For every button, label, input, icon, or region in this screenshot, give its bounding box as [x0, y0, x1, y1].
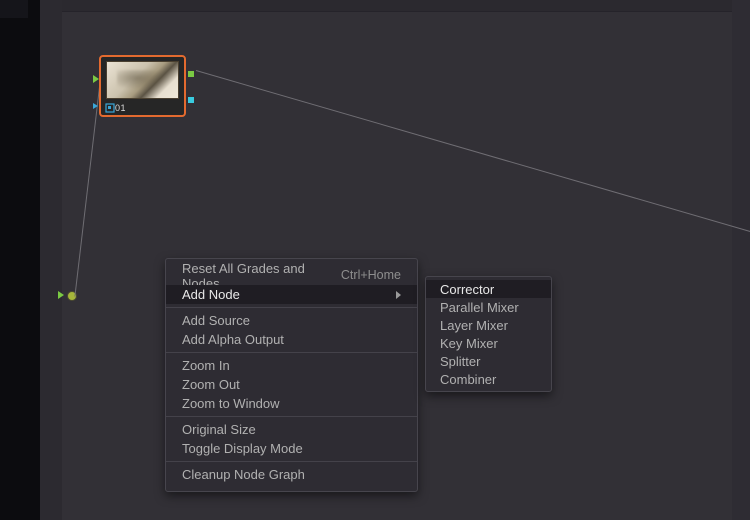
node-number-icon: [105, 103, 115, 113]
node-01[interactable]: 01: [99, 55, 186, 117]
menu-item-label: Add Node: [182, 287, 240, 302]
node-input-port-2[interactable]: [93, 97, 99, 103]
menu-item-zoom-to-window[interactable]: Zoom to Window: [166, 394, 417, 413]
wire-node-to-output: [196, 70, 750, 234]
menu-item-label: Cleanup Node Graph: [182, 467, 305, 482]
submenu-item-combiner[interactable]: Combiner: [426, 370, 551, 388]
menu-item-original-size[interactable]: Original Size: [166, 420, 417, 439]
submenu-item-label: Corrector: [440, 282, 494, 297]
panel-edge-left: [40, 0, 62, 520]
menu-item-zoom-in[interactable]: Zoom In: [166, 356, 417, 375]
menu-item-label: Add Source: [182, 313, 250, 328]
menu-item-toggle-display-mode[interactable]: Toggle Display Mode: [166, 439, 417, 458]
menu-item-label: Zoom In: [182, 358, 230, 373]
node-label: 01: [115, 103, 126, 113]
menu-item-label: Toggle Display Mode: [182, 441, 303, 456]
panel-top-band: [62, 0, 750, 12]
context-menu: Reset All Grades and Nodes Ctrl+Home Add…: [165, 258, 418, 492]
submenu-item-splitter[interactable]: Splitter: [426, 352, 551, 370]
submenu-item-parallel-mixer[interactable]: Parallel Mixer: [426, 298, 551, 316]
node-output-port-1[interactable]: [188, 71, 194, 77]
graph-source-output-icon: [58, 291, 64, 299]
node-thumbnail: [106, 61, 179, 99]
menu-item-label: Zoom Out: [182, 377, 240, 392]
menu-item-add-alpha-output[interactable]: Add Alpha Output: [166, 330, 417, 349]
submenu-item-label: Parallel Mixer: [440, 300, 519, 315]
submenu-item-layer-mixer[interactable]: Layer Mixer: [426, 316, 551, 334]
app-root: 01 Reset All Grades and Nodes Ctrl+Home …: [0, 0, 750, 520]
menu-item-shortcut: Ctrl+Home: [341, 268, 401, 283]
submenu-item-key-mixer[interactable]: Key Mixer: [426, 334, 551, 352]
menu-item-zoom-out[interactable]: Zoom Out: [166, 375, 417, 394]
node-output-port-2[interactable]: [188, 97, 194, 103]
submenu-item-label: Key Mixer: [440, 336, 498, 351]
submenu-add-node: Corrector Parallel Mixer Layer Mixer Key…: [425, 276, 552, 392]
menu-item-label: Add Alpha Output: [182, 332, 284, 347]
menu-item-add-node[interactable]: Add Node: [166, 285, 417, 304]
menu-item-label: Original Size: [182, 422, 256, 437]
submenu-chevron-icon: [396, 291, 401, 299]
menu-item-add-source[interactable]: Add Source: [166, 311, 417, 330]
submenu-item-label: Splitter: [440, 354, 480, 369]
menu-item-reset-all-grades[interactable]: Reset All Grades and Nodes Ctrl+Home: [166, 266, 417, 285]
panel-gutter-left: [0, 0, 40, 520]
submenu-item-label: Layer Mixer: [440, 318, 508, 333]
submenu-item-label: Combiner: [440, 372, 496, 387]
node-input-port-1[interactable]: [93, 71, 99, 77]
menu-item-label: Zoom to Window: [182, 396, 280, 411]
scrollbar-vertical[interactable]: [732, 0, 750, 520]
submenu-item-corrector[interactable]: Corrector: [426, 280, 551, 298]
menu-item-cleanup-node-graph[interactable]: Cleanup Node Graph: [166, 465, 417, 484]
